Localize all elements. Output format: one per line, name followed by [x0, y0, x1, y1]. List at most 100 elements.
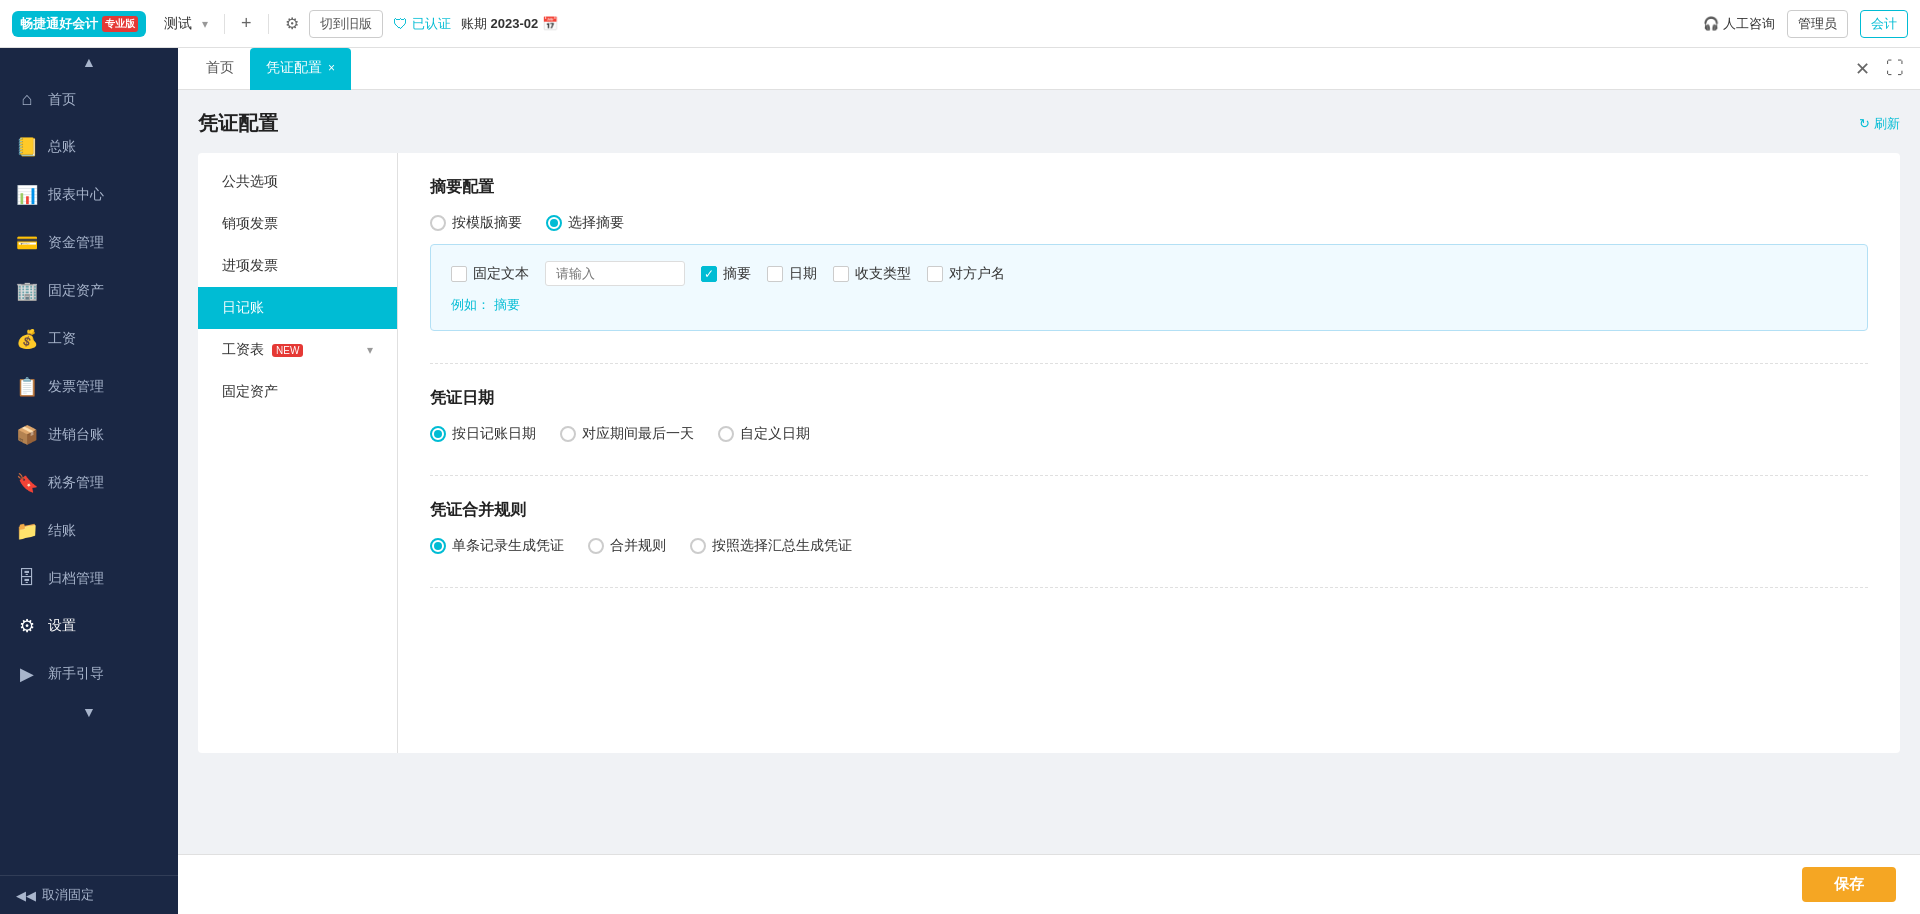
- tab-close-btn[interactable]: ×: [328, 61, 335, 75]
- nav-item-sales-invoice[interactable]: 销项发票: [198, 203, 397, 245]
- radio-period-last-circle: [560, 426, 576, 442]
- pin-icon: ◀◀: [16, 888, 36, 903]
- add-icon[interactable]: +: [241, 13, 252, 34]
- sidebar-item-reports[interactable]: 📊 报表中心: [0, 171, 178, 219]
- radio-period-last[interactable]: 对应期间最后一天: [560, 425, 694, 443]
- support-btn[interactable]: 🎧 人工咨询: [1703, 15, 1775, 33]
- config-layout: 公共选项 销项发票 进项发票 日记账 工资表 NEW: [198, 153, 1900, 753]
- radio-select-circle: [546, 215, 562, 231]
- payroll-icon: 💰: [16, 328, 38, 350]
- checkbox-counterparty[interactable]: 对方户名: [927, 265, 1005, 283]
- home-icon: ⌂: [16, 89, 38, 110]
- radio-journal-date-circle: [430, 426, 446, 442]
- nav-fixed-assets-label: 固定资产: [222, 383, 278, 399]
- sidebar-item-label: 报表中心: [48, 186, 104, 204]
- save-btn[interactable]: 保存: [1802, 867, 1896, 902]
- sidebar-item-label: 设置: [48, 617, 76, 635]
- sidebar-item-guide[interactable]: ▶ 新手引导: [0, 650, 178, 698]
- refresh-icon: ↻: [1859, 116, 1870, 131]
- company-dropdown-icon[interactable]: ▾: [202, 17, 208, 31]
- radio-custom-date-label: 自定义日期: [740, 425, 810, 443]
- nav-item-public[interactable]: 公共选项: [198, 161, 397, 203]
- checkbox-date-label: 日期: [789, 265, 817, 283]
- sidebar-item-payroll[interactable]: 💰 工资: [0, 315, 178, 363]
- example-text: 例如： 摘要: [451, 296, 1847, 314]
- topbar: 畅捷通好会计 专业版 测试 ▾ + ⚙ 切到旧版 🛡 已认证 账期 2023-0…: [0, 0, 1920, 48]
- sidebar-item-close[interactable]: 📁 结账: [0, 507, 178, 555]
- radio-select-summary[interactable]: 选择摘要: [546, 214, 624, 232]
- invoices-icon: 📋: [16, 376, 38, 398]
- assets-icon: 🏢: [16, 280, 38, 302]
- radio-single-label: 单条记录生成凭证: [452, 537, 564, 555]
- radio-merge-rule[interactable]: 合并规则: [588, 537, 666, 555]
- radio-custom-date[interactable]: 自定义日期: [718, 425, 810, 443]
- nav-sales-invoice-label: 销项发票: [222, 215, 278, 231]
- tabs-bar: 首页 凭证配置 × ✕ ⛶: [178, 48, 1920, 90]
- sidebar-scroll-down[interactable]: ▼: [0, 698, 178, 726]
- nav-item-journal[interactable]: 日记账: [198, 287, 397, 329]
- page-header: 凭证配置 ↻ 刷新: [198, 110, 1900, 137]
- radio-template-summary[interactable]: 按模版摘要: [430, 214, 522, 232]
- sidebar-item-funds[interactable]: 💳 资金管理: [0, 219, 178, 267]
- refresh-btn[interactable]: ↻ 刷新: [1859, 115, 1900, 133]
- sidebar-item-tax[interactable]: 🔖 税务管理: [0, 459, 178, 507]
- radio-journal-date[interactable]: 按日记账日期: [430, 425, 536, 443]
- merge-section-title: 凭证合并规则: [430, 500, 1868, 521]
- main-layout: ▲ ⌂ 首页 📒 总账 📊 报表中心 💳 资金管理 🏢 固定资产 💰 工资 📋 …: [0, 48, 1920, 914]
- checkbox-summary-label: 摘要: [723, 265, 751, 283]
- sidebar-item-label: 资金管理: [48, 234, 104, 252]
- settings-icon[interactable]: ⚙: [285, 14, 299, 33]
- manager-btn[interactable]: 管理员: [1787, 10, 1848, 38]
- sidebar-unpin-btn[interactable]: ◀◀ 取消固定: [0, 875, 178, 914]
- sidebar-item-sales[interactable]: 📦 进销台账: [0, 411, 178, 459]
- summary-section-title: 摘要配置: [430, 177, 1868, 198]
- summary-section: 摘要配置 按模版摘要 选择摘要: [430, 177, 1868, 331]
- sidebar-item-assets[interactable]: 🏢 固定资产: [0, 267, 178, 315]
- tab-home[interactable]: 首页: [190, 48, 250, 90]
- checkbox-date[interactable]: 日期: [767, 265, 817, 283]
- checkbox-summary[interactable]: ✓ 摘要: [701, 265, 751, 283]
- sidebar-item-settings[interactable]: ⚙ 设置: [0, 602, 178, 650]
- radio-template-label: 按模版摘要: [452, 214, 522, 232]
- tab-voucher-config-label: 凭证配置: [266, 59, 322, 77]
- maximize-btn[interactable]: ⛶: [1882, 54, 1908, 83]
- summary-config-row: 固定文本 ✓ 摘要 日期: [451, 261, 1847, 286]
- radio-merge-circle: [588, 538, 604, 554]
- divider-3: [430, 587, 1868, 588]
- sales-icon: 📦: [16, 424, 38, 446]
- sidebar-item-archive[interactable]: 🗄 归档管理: [0, 555, 178, 602]
- certified-text: 已认证: [412, 15, 451, 33]
- radio-single-voucher[interactable]: 单条记录生成凭证: [430, 537, 564, 555]
- page-content: 凭证配置 ↻ 刷新 公共选项 销项发票 进项发票: [178, 90, 1920, 854]
- tab-voucher-config[interactable]: 凭证配置 ×: [250, 48, 351, 90]
- period-value: 2023-02: [491, 16, 539, 31]
- date-section: 凭证日期 按日记账日期 对应期间最后一天: [430, 388, 1868, 443]
- divider-2: [430, 475, 1868, 476]
- nav-item-fixed-assets[interactable]: 固定资产: [198, 371, 397, 413]
- radio-select-merge-label: 按照选择汇总生成凭证: [712, 537, 852, 555]
- topbar-divider-2: [268, 14, 269, 34]
- sidebar: ▲ ⌂ 首页 📒 总账 📊 报表中心 💳 资金管理 🏢 固定资产 💰 工资 📋 …: [0, 48, 178, 914]
- nav-journal-label: 日记账: [222, 299, 264, 315]
- page-title: 凭证配置: [198, 110, 278, 137]
- radio-select-merge[interactable]: 按照选择汇总生成凭证: [690, 537, 852, 555]
- sidebar-item-home[interactable]: ⌂ 首页: [0, 76, 178, 123]
- switch-old-btn[interactable]: 切到旧版: [309, 10, 383, 38]
- sidebar-item-ledger[interactable]: 📒 总账: [0, 123, 178, 171]
- radio-period-last-label: 对应期间最后一天: [582, 425, 694, 443]
- nav-item-purchase-invoice[interactable]: 进项发票: [198, 245, 397, 287]
- checkbox-fixed-text[interactable]: 固定文本: [451, 265, 529, 283]
- radio-journal-date-label: 按日记账日期: [452, 425, 536, 443]
- config-main: 摘要配置 按模版摘要 选择摘要: [398, 153, 1900, 753]
- sidebar-scroll-up[interactable]: ▲: [0, 48, 178, 76]
- calendar-icon[interactable]: 📅: [542, 16, 558, 31]
- sidebar-item-invoices[interactable]: 📋 发票管理: [0, 363, 178, 411]
- role-btn[interactable]: 会计: [1860, 10, 1908, 38]
- checkbox-summary-box: ✓: [701, 266, 717, 282]
- checkbox-date-box: [767, 266, 783, 282]
- close-window-btn[interactable]: ✕: [1851, 54, 1874, 84]
- nav-item-payroll-sheet[interactable]: 工资表 NEW ▾: [198, 329, 397, 371]
- checkbox-payment-type[interactable]: 收支类型: [833, 265, 911, 283]
- fixed-text-input[interactable]: [545, 261, 685, 286]
- app-logo: 畅捷通好会计 专业版: [12, 11, 146, 37]
